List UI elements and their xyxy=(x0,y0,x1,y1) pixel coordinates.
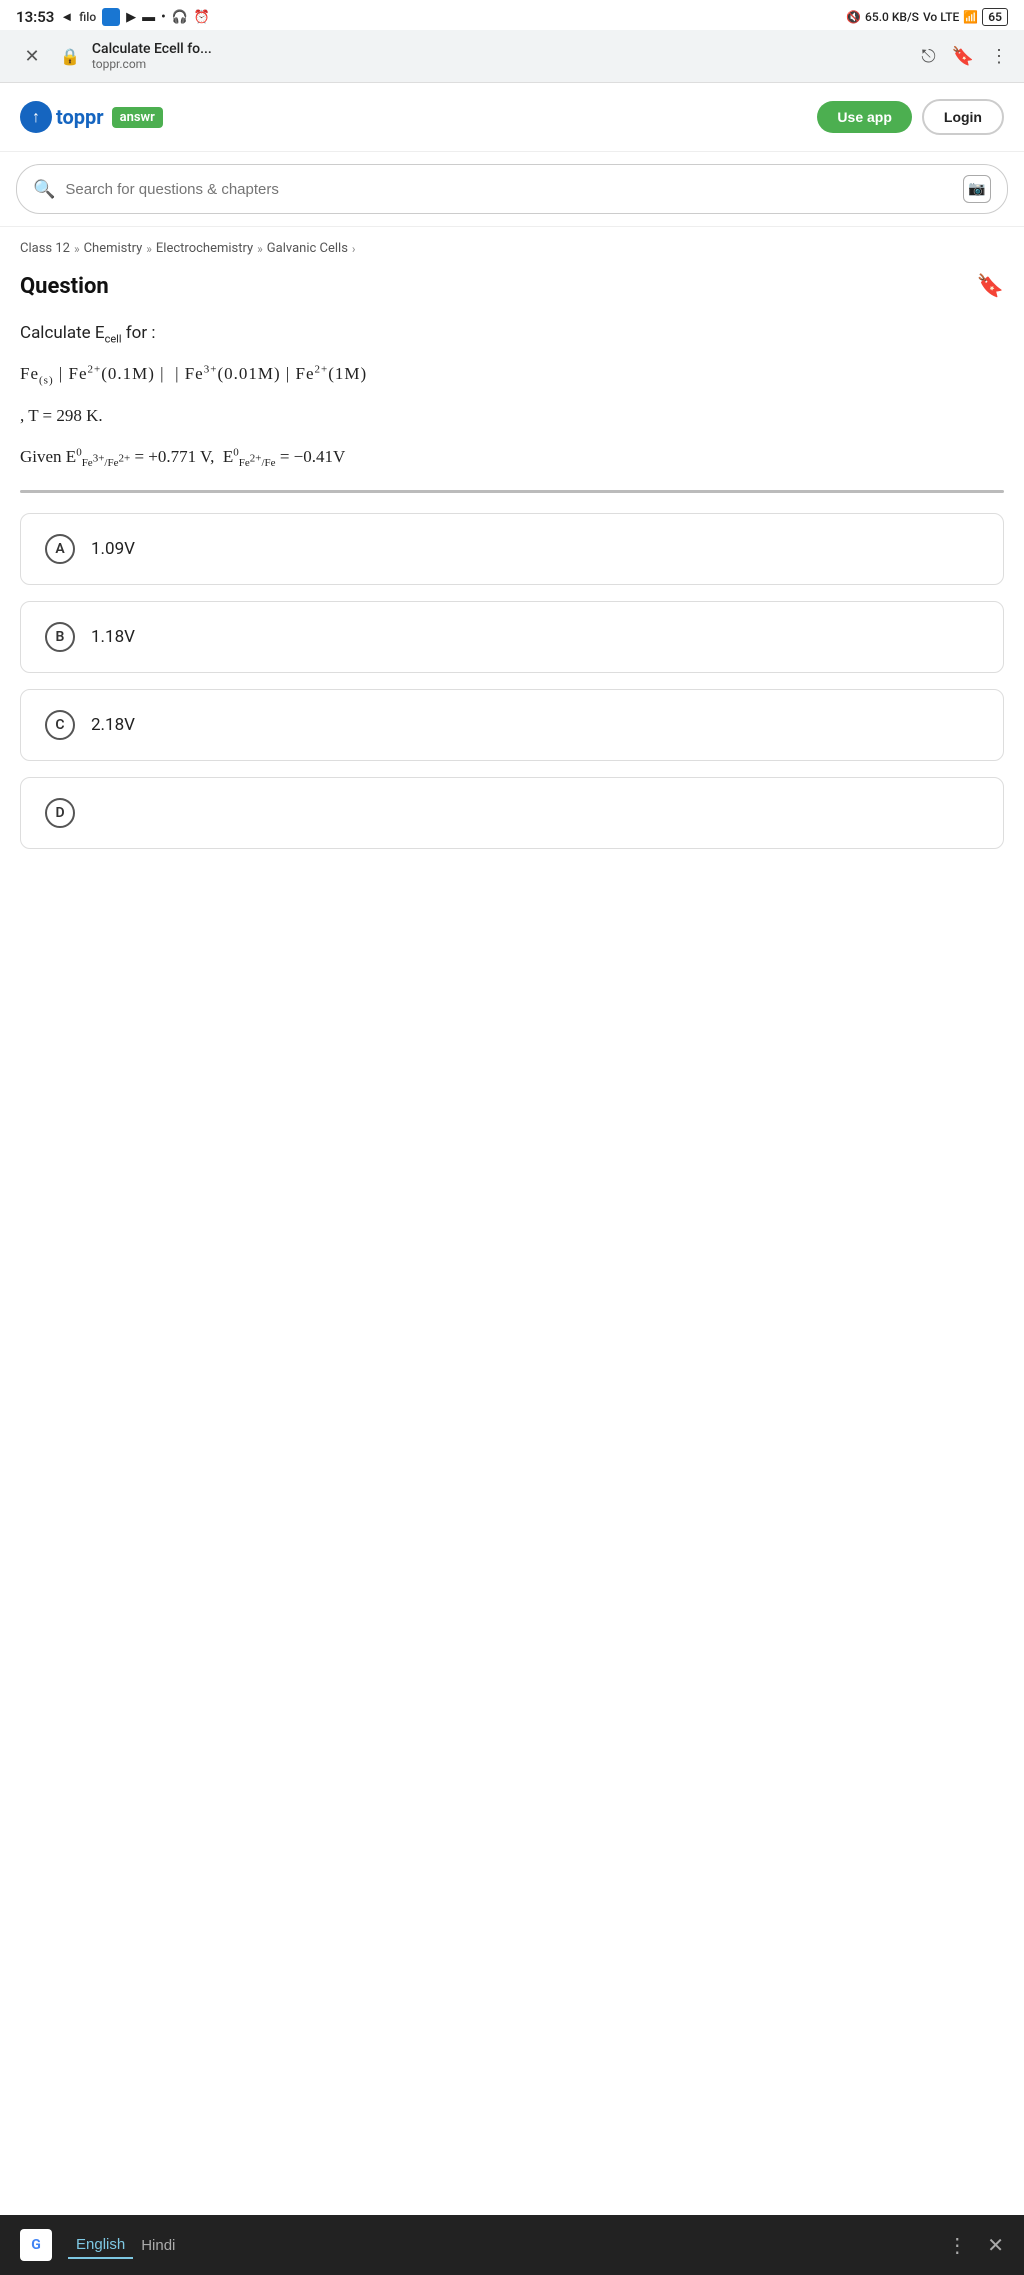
breadcrumb-sep-2: » xyxy=(146,242,152,256)
option-a-label: A xyxy=(45,534,75,564)
option-b-value: 1.18V xyxy=(91,627,135,647)
breadcrumb-galvanic[interactable]: Galvanic Cells xyxy=(267,241,348,256)
toppr-header: ↑ toppr answr Use app Login xyxy=(0,83,1024,152)
browser-close-button[interactable]: ✕ xyxy=(16,40,48,72)
breadcrumb: Class 12 » Chemistry » Electrochemistry … xyxy=(0,227,1024,264)
lock-icon: 🔒 xyxy=(60,47,80,66)
toppr-arrow-icon: ↑ xyxy=(20,101,52,133)
status-time: 13:53 xyxy=(16,8,54,26)
question-temp: , T = 298 K. xyxy=(20,401,1004,432)
search-box[interactable]: 🔍 📷 xyxy=(16,164,1008,214)
more-button[interactable]: ⋮ xyxy=(990,46,1008,67)
bottom-more-button[interactable]: ⋮ xyxy=(947,2233,967,2258)
question-cell-notation: Fe(s) | Fe2+(0.1M) | | Fe3+(0.01M) | Fe2… xyxy=(20,359,1004,391)
signal-bars: 📶 xyxy=(963,10,978,24)
question-intro: Calculate Ecell for : xyxy=(20,319,1004,349)
main-content: ↑ toppr answr Use app Login 🔍 📷 Class 12… xyxy=(0,83,1024,969)
options-container: A 1.09V B 1.18V C 2.18V D xyxy=(20,513,1004,849)
mute-icon: 🔇 xyxy=(846,10,861,24)
header-buttons: Use app Login xyxy=(817,99,1004,135)
question-bookmark-icon[interactable]: 🔖 xyxy=(977,274,1004,299)
option-a-value: 1.09V xyxy=(91,539,135,559)
share-button[interactable]: ⎋ xyxy=(921,46,935,67)
search-icon: 🔍 xyxy=(33,179,55,200)
network-name: filo xyxy=(79,10,96,24)
login-button[interactable]: Login xyxy=(922,99,1004,135)
answr-badge: answr xyxy=(112,107,163,128)
page-title: Calculate Ecell fo... xyxy=(92,41,909,57)
dot-sep: • xyxy=(161,10,166,25)
breadcrumb-sep-4: › xyxy=(352,242,356,256)
english-language-button[interactable]: English xyxy=(68,2232,133,2259)
search-container: 🔍 📷 xyxy=(0,152,1024,227)
breadcrumb-class12[interactable]: Class 12 xyxy=(20,241,70,256)
toppr-logo: ↑ toppr xyxy=(20,101,104,133)
battery-level: 65 xyxy=(982,8,1008,26)
question-header: Question 🔖 xyxy=(20,274,1004,299)
youtube-icon: ▶ xyxy=(126,10,136,25)
question-section-title: Question xyxy=(20,274,109,299)
toppr-logo-area: ↑ toppr answr xyxy=(20,101,163,133)
bottom-bar-right: ⋮ ✕ xyxy=(947,2233,1004,2258)
option-d-card[interactable]: D xyxy=(20,777,1004,849)
question-given: Given E0Fe3+/Fe2+ = +0.771 V, E0Fe2+/Fe … xyxy=(20,442,1004,474)
breadcrumb-sep-3: » xyxy=(257,242,263,256)
headphone-icon: 🎧 xyxy=(172,10,188,25)
breadcrumb-sep-1: » xyxy=(74,242,80,256)
option-b-label: B xyxy=(45,622,75,652)
option-a-card[interactable]: A 1.09V xyxy=(20,513,1004,585)
navigation-icon: ◄ xyxy=(60,9,73,25)
question-body: Calculate Ecell for : Fe(s) | Fe2+(0.1M)… xyxy=(20,319,1004,474)
breadcrumb-electrochemistry[interactable]: Electrochemistry xyxy=(156,241,253,256)
alarm-icon: ⏰ xyxy=(194,10,210,25)
browser-toolbar: ✕ 🔒 Calculate Ecell fo... toppr.com ⎋ 🔖 … xyxy=(0,30,1024,83)
bottom-close-button[interactable]: ✕ xyxy=(987,2233,1004,2258)
filo-icon xyxy=(102,8,120,26)
question-section: Question 🔖 Calculate Ecell for : Fe(s) |… xyxy=(0,264,1024,969)
use-app-button[interactable]: Use app xyxy=(817,101,911,133)
option-c-label: C xyxy=(45,710,75,740)
option-c-value: 2.18V xyxy=(91,715,135,735)
lte-label: Vo LTE xyxy=(923,10,959,24)
speed-label: 65.0 KB/S xyxy=(865,10,919,24)
breadcrumb-chemistry[interactable]: Chemistry xyxy=(84,241,143,256)
camera-icon[interactable]: 📷 xyxy=(963,175,991,203)
media-icon: ▬ xyxy=(142,9,155,25)
domain-label: toppr.com xyxy=(92,57,909,71)
bottom-language-bar: G English Hindi ⋮ ✕ xyxy=(0,2215,1024,2275)
url-area[interactable]: Calculate Ecell fo... toppr.com xyxy=(92,41,909,71)
question-divider xyxy=(20,490,1004,493)
option-b-card[interactable]: B 1.18V xyxy=(20,601,1004,673)
search-input[interactable] xyxy=(65,181,953,198)
toppr-text: toppr xyxy=(56,105,104,129)
bottom-spacer xyxy=(20,849,1004,949)
option-c-card[interactable]: C 2.18V xyxy=(20,689,1004,761)
browser-action-buttons: ⎋ 🔖 ⋮ xyxy=(921,46,1008,67)
hindi-language-button[interactable]: Hindi xyxy=(133,2233,183,2258)
status-bar: 13:53 ◄ filo ▶ ▬ • 🎧 ⏰ 🔇 65.0 KB/S Vo LT… xyxy=(0,0,1024,30)
bookmark-button[interactable]: 🔖 xyxy=(952,46,974,67)
google-translate-icon: G xyxy=(20,2229,52,2261)
option-d-label: D xyxy=(45,798,75,828)
